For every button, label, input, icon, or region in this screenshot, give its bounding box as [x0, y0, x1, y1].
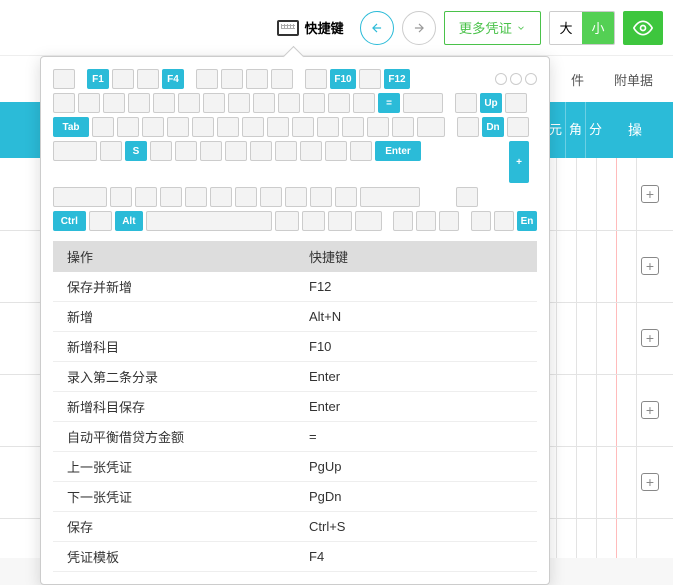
col-jiao: 角 [565, 102, 585, 158]
cell-key: Enter [295, 362, 537, 392]
keyboard-visual: F1 F4 F10 F12 [53, 69, 537, 231]
eye-icon [633, 18, 653, 38]
prev-button[interactable] [360, 11, 394, 45]
table-row: 上一张凭证PgUp [53, 452, 537, 482]
cell-action: 上一张凭证 [53, 452, 295, 482]
col-fen: 分 [585, 102, 605, 158]
next-button[interactable] [402, 11, 436, 45]
cell-action: 下一张凭证 [53, 482, 295, 512]
cell-key: PgUp [295, 452, 537, 482]
table-row: 新增科目F10 [53, 332, 537, 362]
cell-key: = [295, 422, 537, 452]
size-segmented: 大 小 [549, 11, 615, 45]
size-large[interactable]: 大 [550, 12, 582, 44]
table-row: 保存Ctrl+S [53, 512, 537, 542]
add-row-button[interactable]: + [641, 473, 659, 491]
table-row: 录入第二条分录Enter [53, 362, 537, 392]
key-up: Up [480, 93, 502, 113]
key-f10: F10 [330, 69, 356, 89]
col-ops: 操 [605, 120, 665, 140]
cell-key: Alt+N [295, 302, 537, 332]
cell-action: 自动平衡借贷方金额 [53, 422, 295, 452]
key-equals: = [378, 93, 400, 113]
col-key: 快捷键 [295, 241, 537, 272]
cell-key: F10 [295, 332, 537, 362]
size-small[interactable]: 小 [582, 12, 614, 44]
key-enter: Enter [375, 141, 421, 161]
key-plus: + [509, 141, 529, 183]
cell-action: 保存 [53, 512, 295, 542]
cell-action: 录入第二条分录 [53, 362, 295, 392]
shortcut-table: 操作 快捷键 保存并新增F12新增Alt+N新增科目F10录入第二条分录Ente… [53, 241, 537, 572]
cell-action: 新增科目保存 [53, 392, 295, 422]
attachments-label: 件 [571, 70, 584, 89]
key-f1: F1 [87, 69, 109, 89]
key-en: En [517, 211, 537, 231]
add-row-button[interactable]: + [641, 401, 659, 419]
col-action: 操作 [53, 241, 295, 272]
cell-action: 新增科目 [53, 332, 295, 362]
add-row-button[interactable]: + [641, 257, 659, 275]
shortcut-key-text: 快捷键 [305, 18, 344, 37]
add-row-button[interactable]: + [641, 329, 659, 347]
table-row: 自动平衡借贷方金额= [53, 422, 537, 452]
shortcut-key-label[interactable]: 快捷键 [277, 18, 344, 37]
table-row: 新增科目保存Enter [53, 392, 537, 422]
key-alt: Alt [115, 211, 142, 231]
cell-key: Ctrl+S [295, 512, 537, 542]
attach-doc-link[interactable]: 附单据 [614, 70, 653, 89]
add-row-button[interactable]: + [641, 185, 659, 203]
key-dn: Dn [482, 117, 504, 137]
key-tab: Tab [53, 117, 89, 137]
cell-key: Enter [295, 392, 537, 422]
cell-action: 新增 [53, 302, 295, 332]
key-f4: F4 [162, 69, 184, 89]
more-voucher-button[interactable]: 更多凭证 [444, 11, 541, 45]
cell-key: PgDn [295, 482, 537, 512]
cell-key: F12 [295, 272, 537, 302]
key-s: S [125, 141, 147, 161]
top-toolbar: 快捷键 更多凭证 大 小 [0, 0, 673, 56]
table-row: 新增Alt+N [53, 302, 537, 332]
keyboard-icon [277, 20, 299, 36]
key-ctrl: Ctrl [53, 211, 86, 231]
table-row: 下一张凭证PgDn [53, 482, 537, 512]
key-f12: F12 [384, 69, 410, 89]
chevron-down-icon [516, 23, 526, 33]
shortcut-popover: F1 F4 F10 F12 [40, 56, 550, 585]
cell-action: 保存并新增 [53, 272, 295, 302]
preview-button[interactable] [623, 11, 663, 45]
table-row: 保存并新增F12 [53, 272, 537, 302]
more-voucher-label: 更多凭证 [459, 18, 512, 37]
